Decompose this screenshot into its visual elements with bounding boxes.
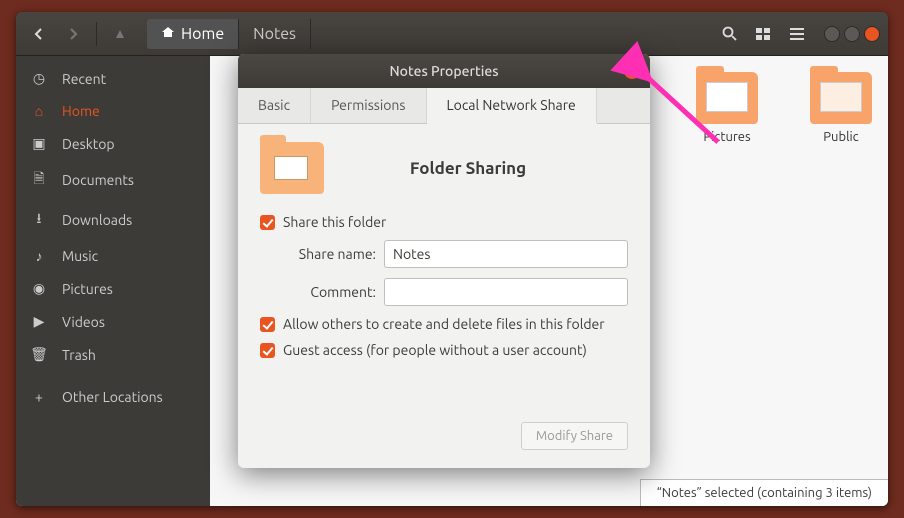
trash-icon: 🗑 <box>30 346 48 363</box>
breadcrumb: Home Notes <box>147 19 311 49</box>
hamburger-menu[interactable] <box>782 19 812 49</box>
video-icon: ▶ <box>30 313 48 330</box>
folder-share-icon <box>260 142 324 194</box>
allow-write-label: Allow others to create and delete files … <box>283 316 605 332</box>
sidebar-item-label: Videos <box>62 314 105 330</box>
minimize-button[interactable] <box>824 26 840 42</box>
sidebar-item-music[interactable]: ♪ Music <box>16 240 210 272</box>
share-this-folder-checkbox[interactable] <box>260 215 275 230</box>
maximize-button[interactable] <box>844 26 860 42</box>
modify-share-button[interactable]: Modify Share <box>521 422 628 450</box>
sidebar-item-pictures[interactable]: ◉ Pictures <box>16 272 210 305</box>
window-controls <box>824 26 880 42</box>
sidebar-item-downloads[interactable]: ⭳ Downloads <box>16 200 210 240</box>
statusbar: “Notes” selected (containing 3 items) <box>640 479 888 506</box>
tab-local-network-share[interactable]: Local Network Share <box>427 88 597 124</box>
sidebar-item-recent[interactable]: ◷ Recent <box>16 62 210 95</box>
sidebar-item-label: Home <box>62 103 100 119</box>
sidebar-item-trash[interactable]: 🗑 Trash <box>16 338 210 371</box>
sidebar-item-label: Trash <box>62 347 96 363</box>
sidebar-item-label: Documents <box>62 172 134 188</box>
folder-label: Pictures <box>688 130 766 144</box>
toolbar: Home Notes <box>16 12 888 56</box>
guest-access-label: Guest access (for people without a user … <box>283 342 587 358</box>
home-icon: ⌂ <box>30 103 48 119</box>
guest-access-checkbox[interactable] <box>260 343 275 358</box>
folder-item[interactable]: Public <box>802 72 880 144</box>
sidebar-item-label: Music <box>62 248 98 264</box>
allow-write-checkbox[interactable] <box>260 317 275 332</box>
sidebar-item-home[interactable]: ⌂ Home <box>16 95 210 127</box>
share-name-label: Share name: <box>284 246 376 262</box>
breadcrumb-home-label: Home <box>181 25 224 43</box>
sidebar-item-label: Downloads <box>62 212 132 228</box>
sidebar-item-desktop[interactable]: ▣ Desktop <box>16 127 210 160</box>
share-name-input[interactable] <box>384 240 628 268</box>
properties-dialog: Notes Properties Basic Permissions Local… <box>238 54 650 468</box>
sidebar-item-other-locations[interactable]: + Other Locations <box>16 381 210 413</box>
sidebar: ◷ Recent ⌂ Home ▣ Desktop 🗎 Documents ⭳ Downl… <box>16 56 210 506</box>
comment-label: Comment: <box>284 284 376 300</box>
camera-icon: ◉ <box>30 280 48 297</box>
clock-icon: ◷ <box>30 70 48 87</box>
music-icon: ♪ <box>30 248 48 264</box>
folder-item[interactable]: Pictures <box>688 72 766 144</box>
document-icon: 🗎 <box>30 168 48 192</box>
home-icon <box>161 25 175 43</box>
dialog-close-button[interactable] <box>624 63 640 79</box>
window-close-button[interactable] <box>864 26 880 42</box>
tab-permissions[interactable]: Permissions <box>311 88 426 123</box>
dialog-title: Notes Properties <box>389 63 498 79</box>
share-this-folder-label: Share this folder <box>283 214 386 230</box>
sidebar-item-videos[interactable]: ▶ Videos <box>16 305 210 338</box>
sidebar-item-label: Desktop <box>62 136 115 152</box>
sidebar-item-documents[interactable]: 🗎 Documents <box>16 160 210 200</box>
sidebar-item-label: Recent <box>62 71 106 87</box>
view-mode-button[interactable] <box>748 19 778 49</box>
breadcrumb-home[interactable]: Home <box>147 19 239 49</box>
tab-basic[interactable]: Basic <box>238 88 311 123</box>
dialog-tabs: Basic Permissions Local Network Share <box>238 88 650 124</box>
forward-button[interactable] <box>58 19 88 49</box>
back-button[interactable] <box>24 19 54 49</box>
download-icon: ⭳ <box>30 208 48 232</box>
breadcrumb-notes[interactable]: Notes <box>239 19 311 49</box>
dialog-heading: Folder Sharing <box>348 159 628 178</box>
dialog-titlebar[interactable]: Notes Properties <box>238 54 650 88</box>
search-button[interactable] <box>714 19 744 49</box>
folder-label: Public <box>802 130 880 144</box>
path-button[interactable] <box>105 19 135 49</box>
sidebar-item-label: Pictures <box>62 281 113 297</box>
sidebar-item-label: Other Locations <box>62 389 163 405</box>
folder-icon: ▣ <box>30 135 48 152</box>
breadcrumb-notes-label: Notes <box>253 25 296 43</box>
plus-icon: + <box>30 389 48 405</box>
comment-input[interactable] <box>384 278 628 306</box>
